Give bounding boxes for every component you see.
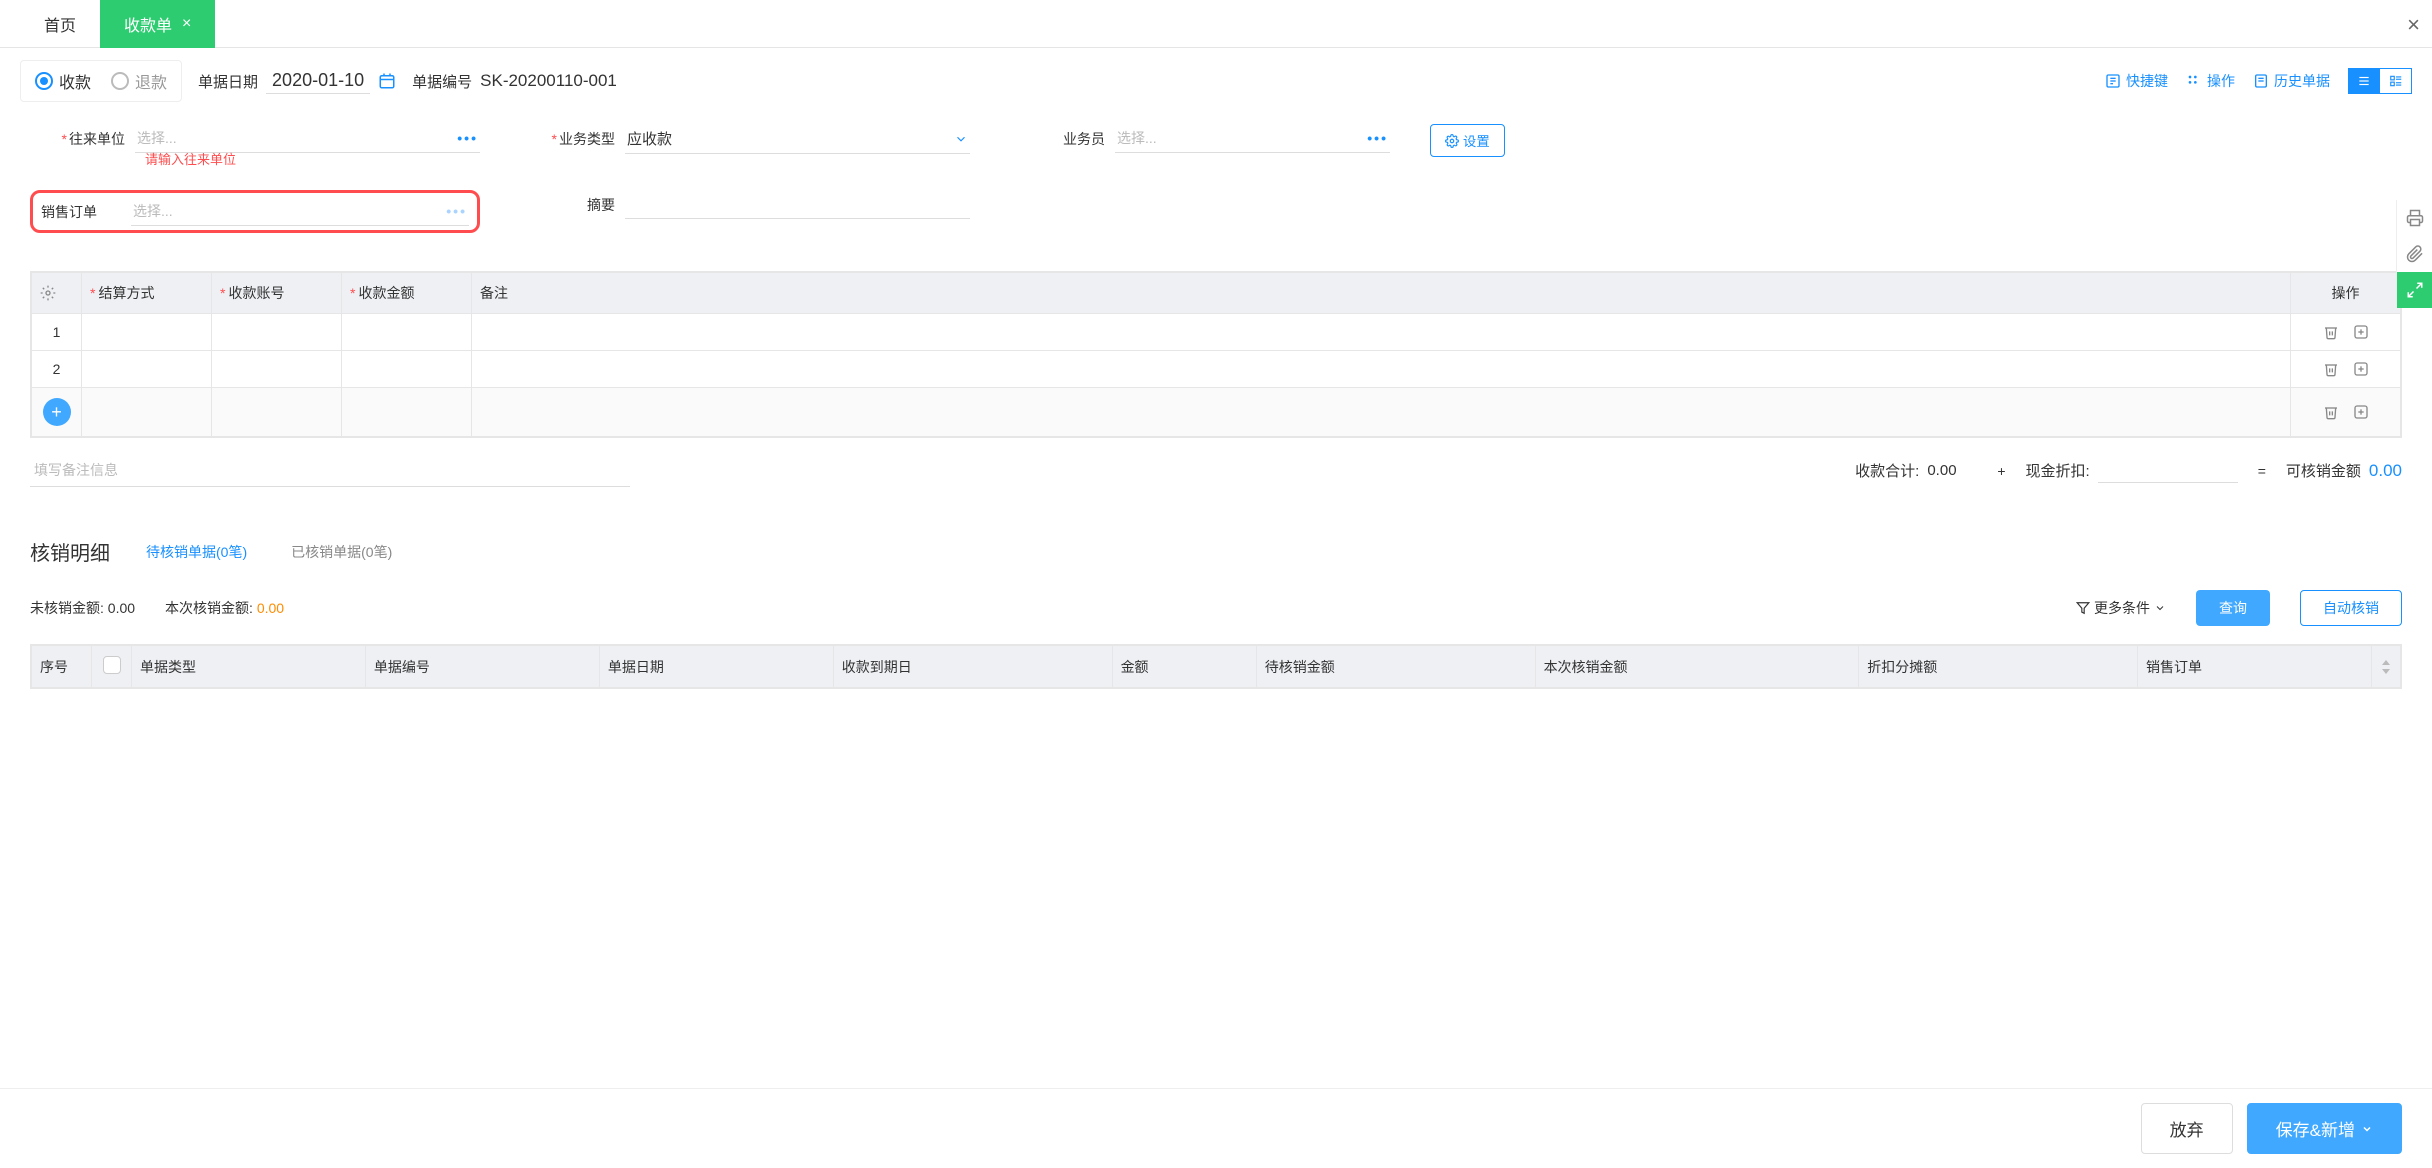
receipt-type-radio-group: 收款 退款: [20, 60, 182, 102]
summary-input[interactable]: [625, 190, 970, 219]
view-toggle: [2348, 68, 2412, 94]
table-footer-row: +: [32, 388, 2401, 437]
summary-line: 收款合计:0.00 + 现金折扣: = 可核销金额0.00: [0, 454, 2432, 507]
toolbar-actions: 快捷键 操作 历史单据: [2105, 68, 2412, 94]
cancel-button[interactable]: 放弃: [2141, 1103, 2233, 1154]
search-button[interactable]: 查询: [2196, 590, 2270, 626]
radio-receive[interactable]: 收款: [35, 69, 91, 93]
sales-order-highlight: 销售订单 选择... •••: [30, 190, 480, 233]
save-new-button[interactable]: 保存&新增: [2247, 1103, 2402, 1154]
col-settle: 结算方式: [82, 273, 212, 314]
verify-filter-row: 未核销金额: 0.00 本次核销金额: 0.00 更多条件 查询 自动核销: [0, 584, 2432, 644]
cash-discount-input[interactable]: [2098, 459, 2238, 483]
biz-type-field: *业务类型 应收款: [520, 124, 970, 154]
partner-error: 请输入往来单位: [145, 149, 480, 168]
salesperson-field: 业务员 选择... •••: [1010, 124, 1390, 153]
auto-verify-button[interactable]: 自动核销: [2300, 590, 2402, 626]
side-expand-icon[interactable]: [2396, 272, 2432, 308]
bottom-action-bar: 放弃 保存&新增: [0, 1088, 2432, 1168]
delete-row-icon[interactable]: [2323, 361, 2339, 377]
add-row-icon[interactable]: [2353, 324, 2369, 340]
calendar-icon[interactable]: [378, 72, 396, 90]
sales-order-selector[interactable]: 选择... •••: [131, 197, 469, 226]
table-row: 1: [32, 314, 2401, 351]
settings-button[interactable]: 设置: [1430, 124, 1505, 157]
verify-detail-grid: 序号 单据类型 单据编号 单据日期 收款到期日 金额 待核销金额 本次核销金额 …: [30, 644, 2402, 689]
salesperson-selector[interactable]: 选择... •••: [1115, 124, 1390, 153]
radio-icon: [111, 72, 129, 90]
doc-date-value[interactable]: 2020-01-10: [266, 68, 370, 94]
shortcut-link[interactable]: 快捷键: [2105, 71, 2168, 91]
biz-type-selector[interactable]: 应收款: [625, 124, 970, 154]
verify-section-header: 核销明细 待核销单据(0笔) 已核销单据(0笔): [0, 507, 2432, 584]
close-icon[interactable]: ×: [2407, 12, 2420, 38]
delete-row-icon[interactable]: [2323, 404, 2339, 420]
form-area: *往来单位 选择... ••• 请输入往来单位 *业务类型 应收款 业务员 选择…: [0, 114, 2432, 271]
verifiable-amount: 0.00: [2369, 461, 2402, 481]
gear-column-header[interactable]: [32, 273, 82, 314]
tab-receipt[interactable]: 收款单 ×: [100, 0, 215, 48]
tab-pending-docs[interactable]: 待核销单据(0笔): [138, 538, 255, 566]
doc-no-value: SK-20200110-001: [480, 71, 617, 91]
tab-home[interactable]: 首页: [20, 0, 100, 48]
col-account: 收款账号: [212, 273, 342, 314]
table-row: 2: [32, 351, 2401, 388]
radio-icon: [35, 72, 53, 90]
tab-close-icon[interactable]: ×: [182, 15, 191, 33]
more-icon[interactable]: •••: [457, 130, 478, 146]
side-attach-icon[interactable]: [2396, 236, 2432, 272]
doc-date-field: 单据日期 2020-01-10: [198, 68, 396, 94]
more-conditions[interactable]: 更多条件: [2076, 598, 2166, 618]
radio-refund[interactable]: 退款: [111, 69, 167, 93]
delete-row-icon[interactable]: [2323, 324, 2339, 340]
add-row-icon[interactable]: [2353, 361, 2369, 377]
add-row-icon[interactable]: [2353, 404, 2369, 420]
col-ops: 操作: [2291, 273, 2401, 314]
payment-grid: 结算方式 收款账号 收款金额 备注 操作 1 2 +: [30, 271, 2402, 438]
tabs-bar: 首页 收款单 × ×: [0, 0, 2432, 48]
summary-field: 摘要: [520, 190, 970, 219]
chevron-down-icon: [954, 132, 968, 146]
view-detail-button[interactable]: [2380, 68, 2412, 94]
col-amount: 收款金额: [342, 273, 472, 314]
more-icon[interactable]: •••: [1367, 130, 1388, 146]
select-all-checkbox[interactable]: [103, 656, 121, 674]
add-row-button[interactable]: +: [43, 398, 71, 426]
history-link[interactable]: 历史单据: [2253, 71, 2330, 91]
col-remark: 备注: [472, 273, 2291, 314]
view-list-button[interactable]: [2348, 68, 2380, 94]
sort-icon[interactable]: [2372, 646, 2401, 688]
document-header: 收款 退款 单据日期 2020-01-10 单据编号 SK-20200110-0…: [0, 48, 2432, 114]
more-icon[interactable]: •••: [446, 203, 467, 219]
side-icon-rail: [2396, 200, 2432, 308]
side-print-icon[interactable]: [2396, 200, 2432, 236]
operate-link[interactable]: 操作: [2186, 71, 2235, 91]
tab-done-docs[interactable]: 已核销单据(0笔): [283, 538, 400, 566]
remark-input[interactable]: [30, 454, 630, 487]
doc-no-field: 单据编号 SK-20200110-001: [412, 71, 617, 92]
